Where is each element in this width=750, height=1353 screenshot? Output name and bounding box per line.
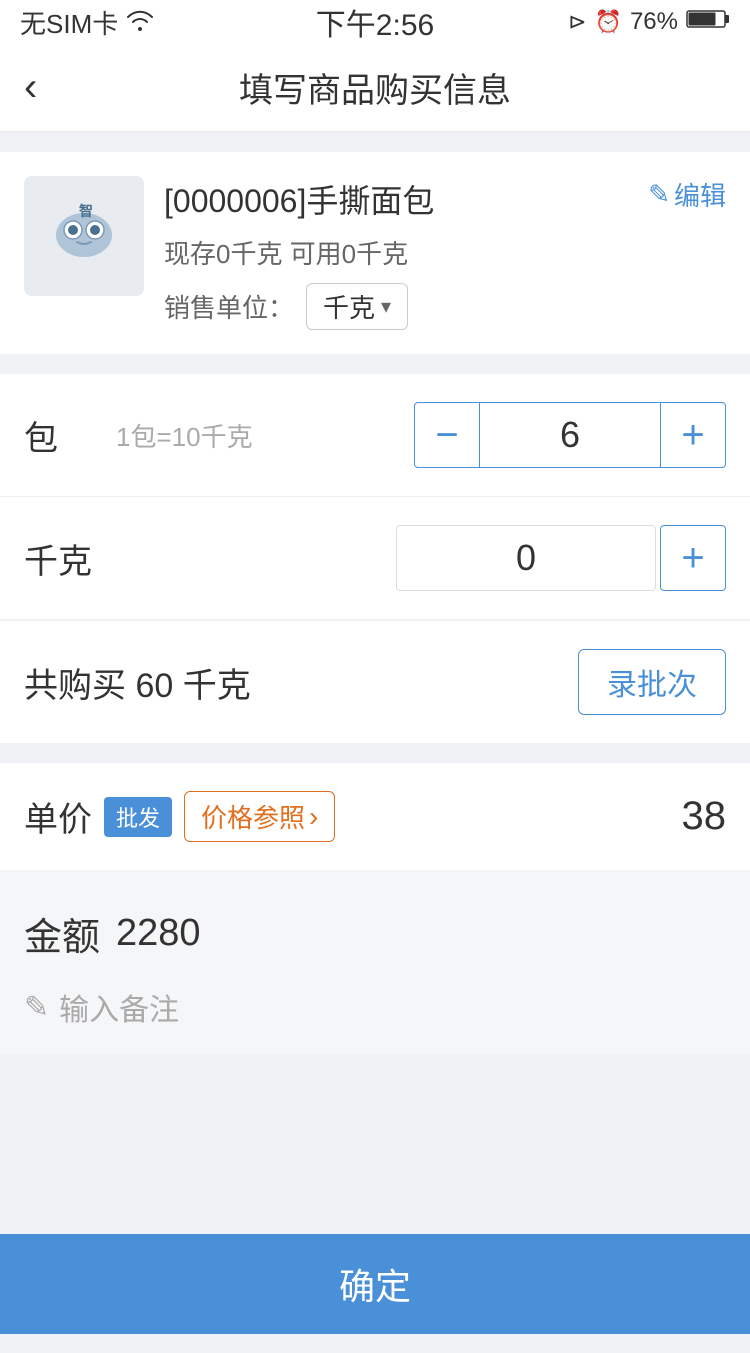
svg-text:智: 智 xyxy=(78,203,93,219)
qianke-plus-button[interactable]: + xyxy=(660,525,726,591)
product-name-row: [0000006]手撕面包 ✎ 编辑 xyxy=(164,176,726,222)
dropdown-arrow-icon: ▾ xyxy=(381,294,391,319)
amount-section: 金额 2280 ✎ 输入备注 xyxy=(0,870,750,1053)
location-icon: ⊳ xyxy=(568,9,586,35)
confirm-button[interactable]: 确定 xyxy=(0,1234,750,1334)
bao-minus-button[interactable]: − xyxy=(414,402,480,468)
unit-label: 销售单位： xyxy=(164,288,294,325)
total-label: 共购买 60 千克 xyxy=(24,658,251,707)
edit-button[interactable]: ✎ 编辑 xyxy=(648,176,726,213)
price-value: 38 xyxy=(682,794,727,839)
quantity-section: 包 1包=10千克 − + 千克 + 共购买 60 千克 录批次 xyxy=(0,374,750,743)
amount-row: 金额 2280 xyxy=(24,898,726,969)
alarm-icon: ⏰ xyxy=(595,9,622,35)
unit-selector[interactable]: 千克 ▾ xyxy=(306,283,408,330)
product-card: 智 [0000006]手撕面包 ✎ 编辑 现存0千克 可用0千克 销售单位： 千… xyxy=(0,152,750,354)
qianke-controls: + xyxy=(396,525,726,591)
edit-icon: ✎ xyxy=(648,179,670,210)
price-ref-label: 价格参照 xyxy=(201,798,305,835)
price-ref-button[interactable]: 价格参照 › xyxy=(184,791,335,842)
status-time: 下午2:56 xyxy=(316,0,434,44)
product-logo-icon: 智 xyxy=(49,200,119,272)
status-left: 无SIM卡 xyxy=(20,4,154,41)
unit-value: 千克 xyxy=(323,288,375,325)
bao-controls: − + xyxy=(414,402,726,468)
price-tag: 批发 xyxy=(104,797,172,837)
qianke-row: 千克 + xyxy=(0,497,750,620)
note-row[interactable]: ✎ 输入备注 xyxy=(24,969,726,1053)
price-section: 单价 批发 价格参照 › 38 xyxy=(0,763,750,870)
product-info: [0000006]手撕面包 ✎ 编辑 现存0千克 可用0千克 销售单位： 千克 … xyxy=(164,176,726,330)
bao-hint: 1包=10千克 xyxy=(116,417,414,454)
nav-bar: ‹ 填写商品购买信息 xyxy=(0,44,750,132)
total-section: 共购买 60 千克 录批次 xyxy=(0,620,750,743)
price-label: 单价 xyxy=(24,792,92,841)
batch-button[interactable]: 录批次 xyxy=(578,649,726,715)
product-image: 智 xyxy=(24,176,144,296)
status-right: ⊳ ⏰ 76% xyxy=(568,8,730,37)
status-bar: 无SIM卡 下午2:56 ⊳ ⏰ 76% xyxy=(0,0,750,44)
battery-text: 76% xyxy=(630,8,678,36)
amount-value: 2280 xyxy=(116,912,201,955)
price-ref-arrow-icon: › xyxy=(309,801,318,833)
wifi-icon xyxy=(126,7,154,38)
bao-input[interactable] xyxy=(480,402,660,468)
pencil-icon: ✎ xyxy=(24,990,49,1025)
back-button[interactable]: ‹ xyxy=(24,65,37,110)
qianke-input[interactable] xyxy=(396,525,656,591)
product-name: [0000006]手撕面包 xyxy=(164,176,434,222)
carrier-text: 无SIM卡 xyxy=(20,4,118,41)
amount-label: 金额 xyxy=(24,906,100,961)
product-unit-row: 销售单位： 千克 ▾ xyxy=(164,283,726,330)
bao-row: 包 1包=10千克 − + xyxy=(0,374,750,497)
qianke-label: 千克 xyxy=(24,534,104,583)
price-left: 单价 批发 价格参照 › xyxy=(24,791,335,842)
page-title: 填写商品购买信息 xyxy=(239,63,511,112)
bao-label: 包 xyxy=(24,411,104,460)
battery-icon xyxy=(686,8,730,37)
bao-plus-button[interactable]: + xyxy=(660,402,726,468)
note-placeholder: 输入备注 xyxy=(59,985,179,1029)
confirm-button-label: 确定 xyxy=(339,1258,411,1310)
product-stock: 现存0千克 可用0千克 xyxy=(164,234,726,271)
price-row: 单价 批发 价格参照 › 38 xyxy=(24,791,726,842)
